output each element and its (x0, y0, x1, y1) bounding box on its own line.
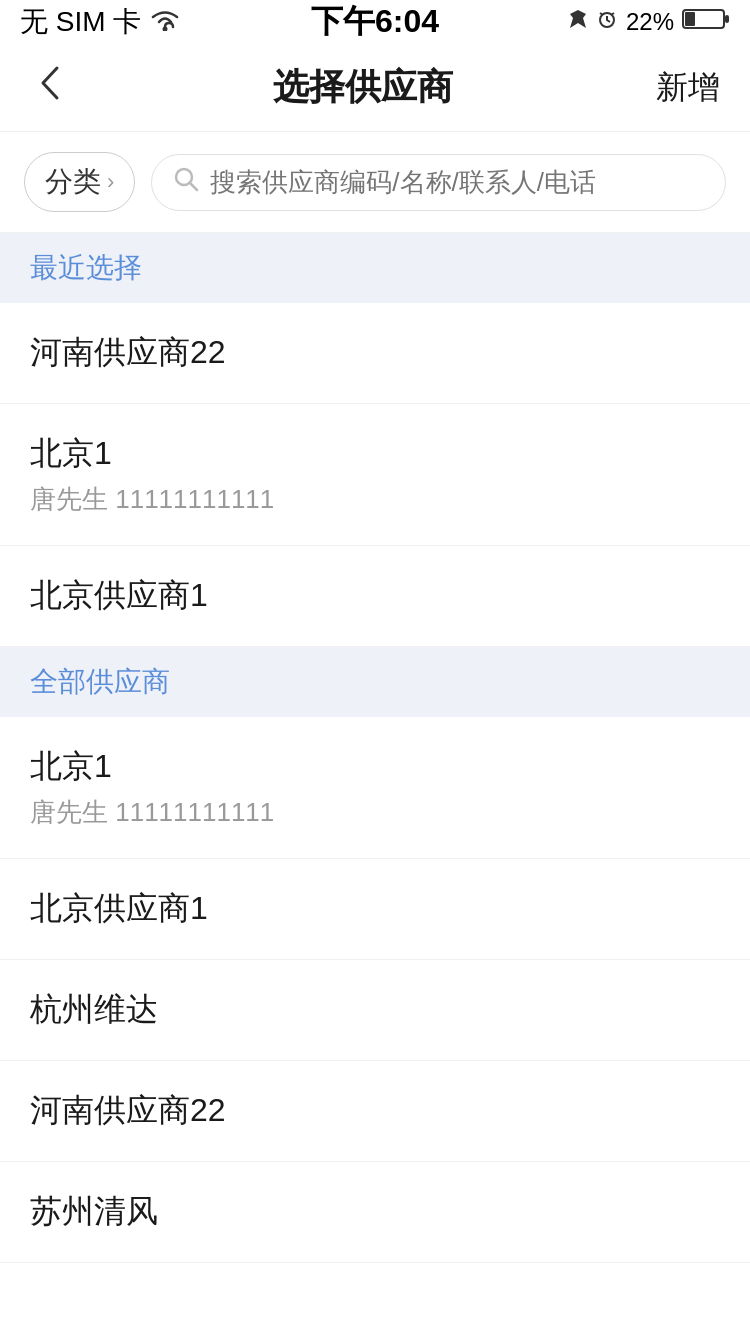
svg-rect-4 (725, 15, 729, 23)
list-item[interactable]: 北京供应商1 (0, 546, 750, 647)
search-box[interactable] (151, 154, 726, 211)
search-icon (172, 165, 200, 200)
location-icon (568, 8, 588, 36)
back-button[interactable] (30, 55, 70, 120)
supplier-name: 苏州清风 (30, 1190, 720, 1234)
list-item[interactable]: 北京供应商1 (0, 859, 750, 960)
category-label: 分类 (45, 163, 101, 201)
status-bar: 无 SIM 卡 下午6:04 22% (0, 0, 750, 44)
all-items-list: 北京1 唐先生 11111111111 北京供应商1 杭州维达河南供应商22 苏州清风 (0, 717, 750, 1263)
svg-point-0 (163, 27, 168, 32)
supplier-name: 河南供应商22 (30, 331, 720, 375)
all-section-title: 全部供应商 (30, 666, 170, 697)
battery-icon (682, 7, 730, 37)
supplier-name: 北京1 (30, 745, 720, 789)
list-item[interactable]: 河南供应商22 (0, 303, 750, 404)
battery-text: 22% (626, 8, 674, 36)
filter-bar: 分类 › (0, 132, 750, 233)
add-button[interactable]: 新增 (656, 66, 720, 110)
supplier-name: 杭州维达 (30, 988, 720, 1032)
supplier-name: 河南供应商22 (30, 1089, 720, 1133)
list-item[interactable]: 杭州维达 (0, 960, 750, 1061)
category-button[interactable]: 分类 › (24, 152, 135, 212)
search-input[interactable] (210, 167, 705, 198)
status-left: 无 SIM 卡 (20, 3, 181, 41)
chevron-right-icon: › (107, 169, 114, 195)
list-item[interactable]: 北京1 唐先生 11111111111 (0, 404, 750, 546)
supplier-name: 北京供应商1 (30, 887, 720, 931)
status-time: 下午6:04 (311, 0, 439, 44)
supplier-contact: 唐先生 11111111111 (30, 795, 720, 830)
wifi-icon (149, 6, 181, 38)
list-item[interactable]: 河南供应商22 (0, 1061, 750, 1162)
list-item[interactable]: 苏州清风 (0, 1162, 750, 1263)
recent-section-header: 最近选择 (0, 233, 750, 303)
list-item[interactable]: 北京1 唐先生 11111111111 (0, 717, 750, 859)
recent-section-title: 最近选择 (30, 252, 142, 283)
nav-bar: 选择供应商 新增 (0, 44, 750, 132)
supplier-name: 北京1 (30, 432, 720, 476)
svg-rect-3 (685, 12, 695, 26)
page-title: 选择供应商 (273, 63, 453, 112)
supplier-name: 北京供应商1 (30, 574, 720, 618)
carrier-text: 无 SIM 卡 (20, 3, 141, 41)
all-section-header: 全部供应商 (0, 647, 750, 717)
supplier-contact: 唐先生 11111111111 (30, 482, 720, 517)
status-right: 22% (568, 7, 730, 37)
alarm-icon (596, 8, 618, 36)
recent-items-list: 河南供应商22 北京1 唐先生 11111111111 北京供应商1 (0, 303, 750, 647)
